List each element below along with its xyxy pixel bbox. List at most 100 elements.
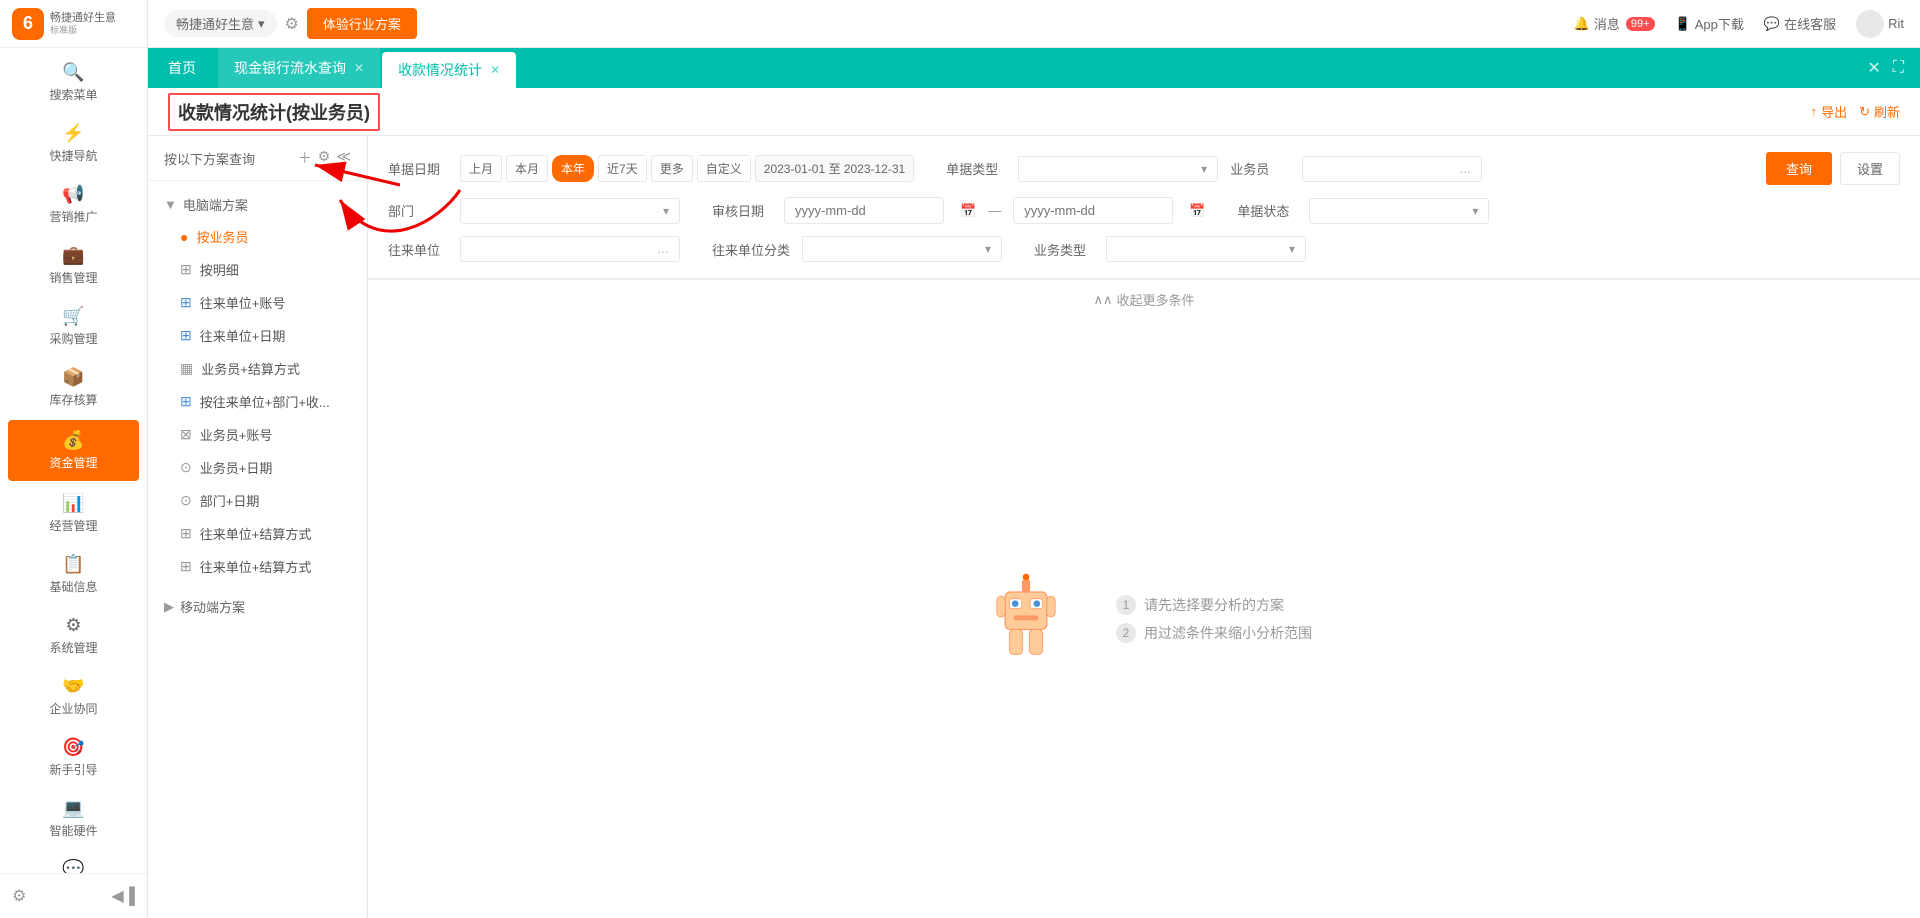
review-date-start[interactable] [784, 197, 944, 224]
message-button[interactable]: 🔔 消息 99+ [1574, 14, 1655, 33]
biz-type-select[interactable]: ▾ [1106, 236, 1306, 262]
sidebar-item-guide[interactable]: 🎯 新手引导 [0, 727, 147, 788]
dept-select[interactable]: ▾ [460, 198, 680, 224]
hardware-icon: 💻 [62, 798, 84, 819]
salesperson-arrow-icon: … [1459, 162, 1471, 176]
page-title: 收款情况统计(按业务员) [168, 93, 380, 131]
date-btn-this-month[interactable]: 本月 [506, 155, 548, 182]
add-scheme-icon[interactable]: ＋ [298, 148, 312, 168]
table2-icon: ⊞ [180, 327, 192, 344]
scheme-group-pc-header[interactable]: ▼ 电脑端方案 [148, 189, 367, 220]
system-icon: ⚙ [65, 615, 81, 636]
app-download-button[interactable]: 📱 App下载 [1675, 14, 1744, 33]
tab-bank-flow[interactable]: 现金银行流水查询 ✕ [218, 48, 380, 88]
online-service-button[interactable]: 💬 在线客服 [1764, 14, 1836, 33]
date-btn-more[interactable]: 更多 [651, 155, 693, 182]
sidebar-item-inventory[interactable]: 📦 库存核算 [0, 357, 147, 418]
scheme-item-partner-account[interactable]: ⊞ 往来单位+账号 [148, 286, 367, 319]
partner-select[interactable]: … [460, 236, 680, 262]
marketing-icon: 📢 [62, 184, 84, 205]
review-date-label: 审核日期 [712, 201, 772, 220]
sidebar-item-basic[interactable]: 📋 基础信息 [0, 544, 147, 605]
table4-icon: ⊞ [180, 525, 192, 542]
sidebar-item-enterprise[interactable]: 🤝 企业协同 [0, 666, 147, 727]
enterprise-icon: 🤝 [62, 676, 84, 697]
topbar-gear-icon[interactable]: ⚙ [285, 14, 299, 34]
hint-text-2: 用过滤条件来缩小分析范围 [1144, 623, 1312, 643]
export-button[interactable]: ↑ 导出 [1811, 102, 1848, 121]
sidebar-nav: 🔍 搜索菜单 ⚡ 快捷导航 📢 营销推广 💼 销售管理 🛒 采购管理 📦 [0, 48, 147, 873]
calendar-end-icon[interactable]: 📅 [1189, 203, 1205, 219]
tab-collection-stats[interactable]: 收款情况统计 ✕ [382, 52, 516, 88]
filter-row-2: 部门 ▾ 审核日期 📅 — 📅 单据状态 [388, 197, 1900, 224]
edition-badge: 标准版 [50, 25, 116, 37]
scheme-item-salesperson-date[interactable]: ⊙ 业务员+日期 [148, 451, 367, 484]
refresh-button[interactable]: ↻ 刷新 [1859, 102, 1900, 121]
date-btn-last-month[interactable]: 上月 [460, 155, 502, 182]
app-selector[interactable]: 畅捷通好生意 ▾ [164, 10, 277, 37]
tab-bar-close-icon[interactable]: ✕ [1867, 58, 1880, 78]
date-label: 单据日期 [388, 159, 448, 178]
finance-icon: 💰 [62, 430, 84, 451]
left-panel-title: 按以下方案查询 [164, 149, 255, 168]
scheme-item-by-detail[interactable]: ⊞ 按明细 [148, 253, 367, 286]
salesperson-label: 业务员 [1230, 159, 1290, 178]
hint-text-1: 请先选择要分析的方案 [1144, 595, 1284, 615]
collapse-panel-icon[interactable]: ≪ [336, 148, 351, 168]
scheme-item-partner-dept-collection[interactable]: ⊞ 按往来单位+部门+收... [148, 385, 367, 418]
scheme-item-salesperson-settlement[interactable]: ▦ 业务员+结算方式 [148, 352, 367, 385]
sidebar-item-wechat[interactable]: 💬 企业微信 [0, 849, 147, 873]
settings-button[interactable]: 设置 [1840, 152, 1900, 185]
query-button[interactable]: 查询 [1766, 152, 1832, 185]
calendar-start-icon[interactable]: 📅 [960, 203, 976, 219]
clock2-icon: ⊙ [180, 492, 192, 509]
tab-close-collection-stats[interactable]: ✕ [490, 63, 500, 77]
collapse-sidebar-icon[interactable]: ◀▐ [111, 886, 135, 906]
collapse-label: 收起更多条件 [1117, 290, 1195, 309]
app-logo: 6 畅捷通好生意 标准版 [0, 0, 147, 48]
search-icon: 🔍 [62, 62, 84, 83]
sidebar-item-purchase[interactable]: 🛒 采购管理 [0, 296, 147, 357]
salesperson-select[interactable]: … [1302, 156, 1482, 182]
review-date-end[interactable] [1013, 197, 1173, 224]
tab-close-bank-flow[interactable]: ✕ [354, 61, 364, 75]
settings-footer-icon[interactable]: ⚙ [12, 886, 26, 906]
collapse-bar[interactable]: ∧∧ 收起更多条件 [368, 279, 1920, 319]
sidebar-item-sales[interactable]: 💼 销售管理 [0, 235, 147, 296]
doc-status-arrow-icon: ▾ [1472, 204, 1478, 218]
tab-home[interactable]: 首页 [148, 48, 216, 88]
doc-status-select[interactable]: ▾ [1309, 198, 1489, 224]
trial-button[interactable]: 体验行业方案 [307, 8, 417, 39]
refresh-icon: ↻ [1859, 104, 1870, 120]
scheme-item-partner-date[interactable]: ⊞ 往来单位+日期 [148, 319, 367, 352]
partner-category-select[interactable]: ▾ [802, 236, 1002, 262]
sidebar-item-search[interactable]: 🔍 搜索菜单 [0, 52, 147, 113]
operation-icon: 📊 [62, 493, 84, 514]
basic-icon: 📋 [62, 554, 84, 575]
tab-bar-expand-icon[interactable]: ⛶ [1893, 59, 1904, 77]
doc-type-select[interactable]: ▾ [1018, 156, 1218, 182]
scheme-item-partner-settlement2[interactable]: ⊞ 往来单位+结算方式 [148, 550, 367, 583]
scheme-item-salesperson-account[interactable]: ⊠ 业务员+账号 [148, 418, 367, 451]
scheme-group-mobile-header[interactable]: ▶ 移动端方案 [148, 591, 367, 622]
sidebar-item-operation[interactable]: 📊 经营管理 [0, 483, 147, 544]
sidebar-item-finance[interactable]: 💰 资金管理 [8, 420, 139, 481]
download-icon: 📱 [1675, 16, 1691, 32]
sidebar-item-quick-nav[interactable]: ⚡ 快捷导航 [0, 113, 147, 174]
table5-icon: ⊞ [180, 558, 192, 575]
scheme-item-by-salesperson[interactable]: ● 按业务员 [148, 220, 367, 253]
settings-scheme-icon[interactable]: ⚙ [318, 148, 331, 168]
date-btn-this-year[interactable]: 本年 [552, 155, 594, 182]
sidebar-item-marketing[interactable]: 📢 营销推广 [0, 174, 147, 235]
app-name: 畅捷通好生意 [50, 11, 116, 25]
date-btn-7days[interactable]: 近7天 [598, 155, 647, 182]
sidebar: 6 畅捷通好生意 标准版 🔍 搜索菜单 ⚡ 快捷导航 📢 营销推广 💼 销售管理 [0, 0, 148, 918]
sidebar-item-system[interactable]: ⚙ 系统管理 [0, 605, 147, 666]
partner-more-icon: … [657, 242, 669, 256]
sidebar-item-hardware[interactable]: 💻 智能硬件 [0, 788, 147, 849]
scheme-item-partner-settlement1[interactable]: ⊞ 往来单位+结算方式 [148, 517, 367, 550]
user-avatar[interactable]: Rit [1856, 10, 1904, 38]
scheme-item-dept-date[interactable]: ⊙ 部门+日期 [148, 484, 367, 517]
date-btn-custom[interactable]: 自定义 [697, 155, 751, 182]
message-badge: 99+ [1626, 17, 1655, 31]
